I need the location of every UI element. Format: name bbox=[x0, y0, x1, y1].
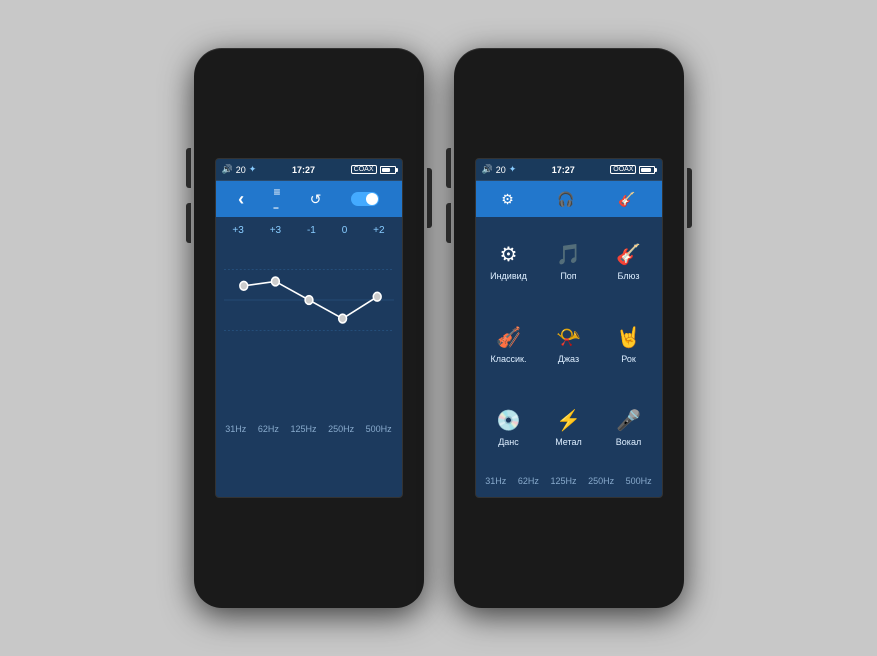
status-left-1: 🔊 20 ✦ bbox=[222, 164, 257, 175]
repeat-icon[interactable]: ↺ bbox=[310, 191, 322, 208]
dance-label: Данс bbox=[498, 437, 519, 447]
jazz-label: Джаз bbox=[558, 354, 579, 364]
freq2-500: 500Hz bbox=[626, 476, 652, 486]
menu-vocal[interactable]: 🎤 Вокал bbox=[600, 387, 658, 468]
rock-label: Рок bbox=[621, 354, 636, 364]
vocal-icon: 🎤 bbox=[616, 408, 641, 433]
device-1: 🔊 20 ✦ 17:27 COAX ‹ ≡═ ↺ +3 +3 bbox=[194, 48, 424, 608]
menu-metal[interactable]: ⚡ Метал bbox=[540, 387, 598, 468]
classic-label: Классик. bbox=[491, 354, 527, 364]
menu-jazz[interactable]: 📯 Джаз bbox=[540, 304, 598, 385]
eq-toggle[interactable] bbox=[351, 192, 379, 206]
metal-label: Метал bbox=[555, 437, 582, 447]
eq-val-0: +3 bbox=[232, 225, 243, 236]
eq-val-2: -1 bbox=[307, 225, 316, 236]
freq-125: 125Hz bbox=[290, 424, 316, 434]
battery-fill-2 bbox=[641, 168, 651, 172]
menu-classic[interactable]: 🎻 Классик. bbox=[480, 304, 538, 385]
freq-labels-1: 31Hz 62Hz 125Hz 250Hz 500Hz bbox=[216, 420, 402, 438]
dance-icon: 💿 bbox=[496, 408, 521, 433]
menu-top-bar: ⚙ 🎧 🎸 bbox=[476, 181, 662, 217]
status-right-2: OOAX bbox=[610, 165, 655, 174]
battery-icon-2 bbox=[639, 166, 655, 174]
bluetooth-icon-1: ✦ bbox=[249, 164, 257, 175]
battery-fill-1 bbox=[382, 168, 390, 172]
menu-settings-icon[interactable]: ⚙ bbox=[501, 191, 514, 208]
device-2: 🔊 20 ✦ 17:27 OOAX ⚙ 🎧 🎸 ⚙ bbox=[454, 48, 684, 608]
menu-dance[interactable]: 💿 Данс bbox=[480, 387, 538, 468]
back-button[interactable]: ‹ bbox=[238, 189, 244, 210]
pop-icon: 🎵 bbox=[556, 242, 581, 267]
toggle-knob bbox=[366, 193, 378, 205]
vocal-label: Вокал bbox=[616, 437, 641, 447]
freq2-250: 250Hz bbox=[588, 476, 614, 486]
battery-icon-1 bbox=[380, 166, 396, 174]
settings-icon[interactable]: ≡═ bbox=[273, 185, 280, 213]
freq2-62: 62Hz bbox=[518, 476, 539, 486]
jazz-icon: 📯 bbox=[556, 325, 581, 350]
freq-labels-2: 31Hz 62Hz 125Hz 250Hz 500Hz bbox=[476, 472, 662, 490]
rock-icon: 🤘 bbox=[616, 325, 641, 350]
menu-headphones-icon[interactable]: 🎧 bbox=[557, 191, 574, 208]
individual-label: Индивид bbox=[490, 271, 527, 281]
metal-icon: ⚡ bbox=[556, 408, 581, 433]
menu-guitar-icon[interactable]: 🎸 bbox=[618, 191, 635, 208]
speaker-icon-2: 🔊 bbox=[482, 164, 493, 175]
freq-250: 250Hz bbox=[328, 424, 354, 434]
eq-val-1: +3 bbox=[270, 225, 281, 236]
side-button[interactable] bbox=[427, 168, 432, 228]
status-bar-2: 🔊 20 ✦ 17:27 OOAX bbox=[476, 159, 662, 181]
freq-31: 31Hz bbox=[225, 424, 246, 434]
freq2-31: 31Hz bbox=[485, 476, 506, 486]
classic-icon: 🎻 bbox=[496, 325, 521, 350]
individual-icon: ⚙ bbox=[500, 242, 518, 267]
screen-1: 🔊 20 ✦ 17:27 COAX ‹ ≡═ ↺ +3 +3 bbox=[215, 158, 403, 498]
eq-values: +3 +3 -1 0 +2 bbox=[216, 217, 402, 240]
screen-2: 🔊 20 ✦ 17:27 OOAX ⚙ 🎧 🎸 ⚙ bbox=[475, 158, 663, 498]
blues-label: Блюз bbox=[618, 271, 640, 281]
time-1: 17:27 bbox=[292, 165, 315, 175]
coax-badge-2: OOAX bbox=[610, 165, 636, 174]
volume-1: 20 bbox=[236, 165, 246, 175]
volume-2: 20 bbox=[496, 165, 506, 175]
eq-menu-grid: ⚙ Индивид 🎵 Поп 🎸 Блюз 🎻 Классик. 📯 Джаз… bbox=[476, 217, 662, 472]
time-2: 17:27 bbox=[552, 165, 575, 175]
freq2-125: 125Hz bbox=[550, 476, 576, 486]
status-left-2: 🔊 20 ✦ bbox=[482, 164, 517, 175]
bluetooth-icon-2: ✦ bbox=[509, 164, 517, 175]
coax-badge-1: COAX bbox=[351, 165, 377, 174]
eq-graph bbox=[216, 240, 402, 360]
menu-individual[interactable]: ⚙ Индивид bbox=[480, 221, 538, 302]
menu-rock[interactable]: 🤘 Рок bbox=[600, 304, 658, 385]
freq-500: 500Hz bbox=[366, 424, 392, 434]
eq-curve bbox=[224, 240, 394, 360]
blues-icon: 🎸 bbox=[616, 242, 641, 267]
eq-val-4: +2 bbox=[373, 225, 384, 236]
side-button-2[interactable] bbox=[687, 168, 692, 228]
eq-toolbar: ‹ ≡═ ↺ bbox=[216, 181, 402, 217]
menu-blues[interactable]: 🎸 Блюз bbox=[600, 221, 658, 302]
menu-pop[interactable]: 🎵 Поп bbox=[540, 221, 598, 302]
speaker-icon-1: 🔊 bbox=[222, 164, 233, 175]
status-right-1: COAX bbox=[351, 165, 396, 174]
status-bar-1: 🔊 20 ✦ 17:27 COAX bbox=[216, 159, 402, 181]
freq-62: 62Hz bbox=[258, 424, 279, 434]
pop-label: Поп bbox=[560, 271, 576, 281]
eq-val-3: 0 bbox=[342, 225, 348, 236]
